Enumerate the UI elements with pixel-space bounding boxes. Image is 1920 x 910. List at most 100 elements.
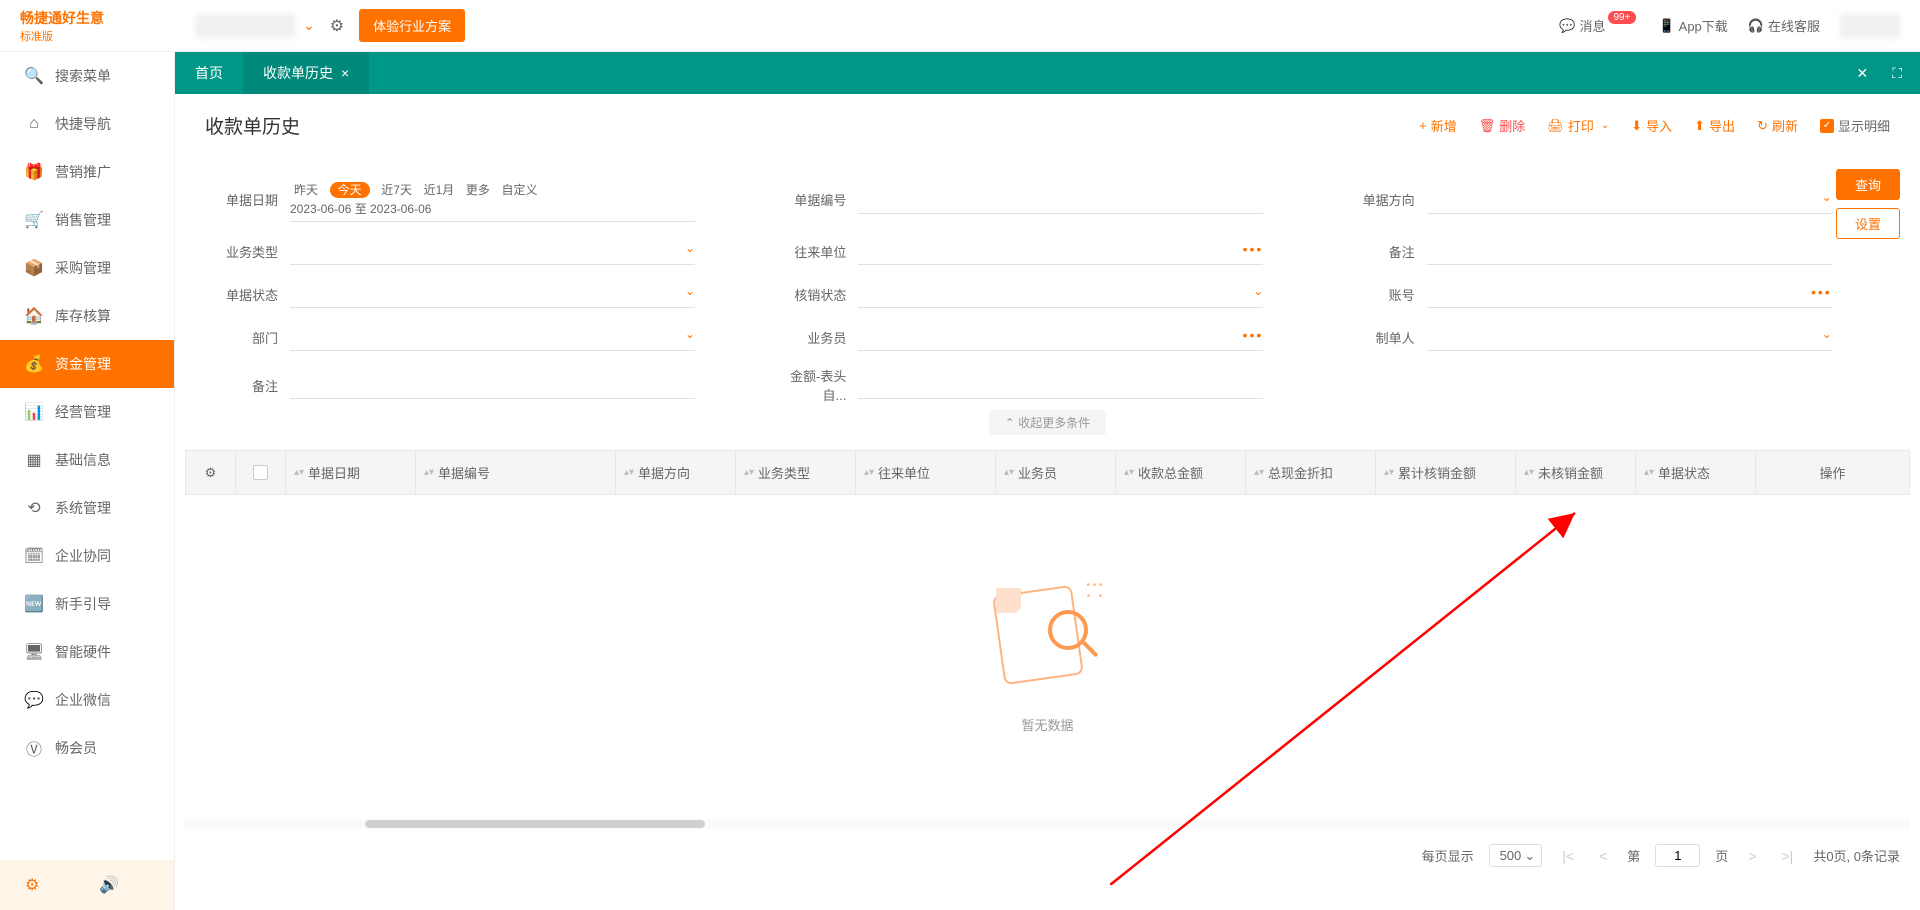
tab-close-all-icon[interactable]: ✕ — [1848, 57, 1876, 90]
col-biz[interactable]: ▴▾业务类型 — [736, 451, 856, 494]
refresh-icon: ↻ — [1757, 118, 1768, 134]
tab-home[interactable]: 首页 — [175, 52, 243, 94]
sidebar-item-collab[interactable]: 🗓企业协同 — [0, 532, 174, 580]
sidebar-item-wechat[interactable]: 💬企业微信 — [0, 676, 174, 724]
home-icon: ⌂ — [25, 115, 43, 133]
date-opt-1m[interactable]: 近1月 — [424, 183, 455, 197]
date-opt-custom[interactable]: 自定义 — [502, 183, 538, 197]
filter-docno-input[interactable] — [858, 186, 1263, 214]
date-opt-yesterday[interactable]: 昨天 — [294, 183, 318, 197]
date-opt-7d[interactable]: 近7天 — [381, 183, 412, 197]
export-icon: ⬆ — [1694, 118, 1705, 134]
phone-icon: 📱 — [1658, 18, 1674, 34]
sort-icon: ▴▾ — [1524, 470, 1534, 476]
filter-creator-select[interactable]: ⌄ — [1427, 323, 1832, 351]
col-status[interactable]: ▴▾单据状态 — [1636, 451, 1756, 494]
vip-icon: Ⓥ — [25, 739, 43, 757]
page-size-select[interactable]: 500 ⌄ — [1489, 844, 1543, 867]
chevron-down-icon[interactable]: ⌄ — [303, 17, 315, 34]
col-total-disc[interactable]: ▴▾总现金折扣 — [1246, 451, 1376, 494]
more-icon[interactable]: ••• — [1811, 284, 1832, 300]
col-partner[interactable]: ▴▾往来单位 — [856, 451, 996, 494]
sidebar-item-guide[interactable]: 🆕新手引导 — [0, 580, 174, 628]
filter-label: 部门 — [215, 328, 290, 347]
filter-partner-input[interactable]: ••• — [858, 237, 1263, 265]
sidebar-item-marketing[interactable]: 🎁营销推广 — [0, 148, 174, 196]
filter-operator-input[interactable]: ••• — [858, 323, 1263, 351]
export-button[interactable]: ⬆导出 — [1694, 116, 1735, 135]
tabs-bar: 首页 收款单历史 × ✕ ⛶ — [175, 52, 1920, 94]
sidebar-item-finance[interactable]: 💰资金管理 — [0, 340, 174, 388]
filter-label: 单据编号 — [783, 190, 858, 209]
select-all-checkbox[interactable] — [236, 451, 286, 494]
col-no[interactable]: ▴▾单据编号 — [416, 451, 616, 494]
sidebar-item-operation[interactable]: 📊经营管理 — [0, 388, 174, 436]
refresh-button[interactable]: ↻刷新 — [1757, 116, 1798, 135]
filter-account-input[interactable]: ••• — [1427, 280, 1832, 308]
add-button[interactable]: +新增 — [1419, 116, 1457, 135]
sidebar-item-hardware[interactable]: 🖥智能硬件 — [0, 628, 174, 676]
more-icon[interactable]: ••• — [1243, 241, 1264, 257]
fullscreen-icon[interactable]: ⛶ — [1884, 57, 1910, 90]
page-summary: 共0页, 0条记录 — [1813, 846, 1900, 865]
filter-biztype-select[interactable]: ⌄ — [290, 237, 695, 265]
query-button[interactable]: 查询 — [1836, 169, 1900, 200]
col-settings-button[interactable]: ⚙ — [186, 451, 236, 494]
online-service-button[interactable]: 🎧 在线客服 — [1748, 16, 1820, 35]
col-operator[interactable]: ▴▾业务员 — [996, 451, 1116, 494]
close-icon[interactable]: × — [341, 65, 349, 81]
sidebar-item-system[interactable]: ⟲系统管理 — [0, 484, 174, 532]
col-date[interactable]: ▴▾单据日期 — [286, 451, 416, 494]
collapse-button[interactable]: ⌃ 收起更多条件 — [989, 410, 1106, 435]
delete-button[interactable]: 🗑删除 — [1479, 116, 1526, 135]
chevron-down-icon[interactable]: ⌄ — [1253, 284, 1263, 298]
sidebar-item-purchase[interactable]: 📦采购管理 — [0, 244, 174, 292]
message-button[interactable]: 💬 消息 99+ — [1559, 16, 1638, 35]
chevron-down-icon[interactable]: ⌄ — [685, 241, 695, 255]
page-input[interactable] — [1655, 844, 1700, 867]
show-detail-toggle[interactable]: ✓显示明细 — [1820, 116, 1890, 135]
date-opt-today[interactable]: 今天 — [330, 182, 370, 198]
filter-date-input[interactable]: 昨天 今天 近7天 近1月 更多 自定义 2023-06-06 至 2023-0… — [290, 177, 695, 222]
filter-remark2-input[interactable] — [290, 371, 695, 399]
horizontal-scrollbar[interactable] — [185, 819, 1910, 829]
prev-page-button[interactable]: < — [1594, 848, 1612, 864]
filter-amount-input[interactable] — [858, 371, 1263, 399]
app-download-button[interactable]: 📱 App下载 — [1658, 16, 1727, 35]
last-page-button[interactable]: >| — [1777, 848, 1799, 864]
settings-icon[interactable]: ⚙ — [25, 875, 39, 895]
tab-receipt-history[interactable]: 收款单历史 × — [243, 52, 369, 94]
collab-icon: 🗓 — [25, 547, 43, 565]
chevron-down-icon[interactable]: ⌄ — [685, 327, 695, 341]
col-total-verify[interactable]: ▴▾累计核销金额 — [1376, 451, 1516, 494]
filter-docstatus-select[interactable]: ⌄ — [290, 280, 695, 308]
settings-button[interactable]: 设置 — [1836, 208, 1900, 239]
col-unverify[interactable]: ▴▾未核销金额 — [1516, 451, 1636, 494]
sidebar-item-sales[interactable]: 🛒销售管理 — [0, 196, 174, 244]
date-opt-more[interactable]: 更多 — [466, 183, 490, 197]
filter-verifystatus-select[interactable]: ⌄ — [858, 280, 1263, 308]
first-page-button[interactable]: |< — [1557, 848, 1579, 864]
next-page-button[interactable]: > — [1743, 848, 1761, 864]
chevron-down-icon[interactable]: ⌄ — [685, 284, 695, 298]
sidebar-item-base-info[interactable]: ▦基础信息 — [0, 436, 174, 484]
experience-button[interactable]: 体验行业方案 — [359, 9, 465, 42]
sound-icon[interactable]: 🔊 — [99, 875, 119, 895]
hardware-icon: 🖥 — [25, 643, 43, 661]
sidebar-item-stock[interactable]: 🏠库存核算 — [0, 292, 174, 340]
col-total-recv[interactable]: ▴▾收款总金额 — [1116, 451, 1246, 494]
filter-dept-select[interactable]: ⌄ — [290, 323, 695, 351]
filter-docdir-select[interactable]: ⌄ — [1427, 186, 1832, 214]
filter-remark-input[interactable] — [1427, 237, 1832, 265]
gear-icon[interactable]: ⚙ — [330, 16, 344, 36]
print-button[interactable]: 🖨打印⌄ — [1547, 116, 1609, 135]
sort-icon: ▴▾ — [424, 470, 434, 476]
import-button[interactable]: ⬇导入 — [1631, 116, 1672, 135]
chevron-down-icon[interactable]: ⌄ — [1822, 190, 1832, 204]
sidebar-item-vip[interactable]: Ⓥ畅会员 — [0, 724, 174, 772]
chevron-down-icon[interactable]: ⌄ — [1822, 327, 1832, 341]
sidebar-item-quick-nav[interactable]: ⌂快捷导航 — [0, 100, 174, 148]
sidebar-item-search-menu[interactable]: 🔍搜索菜单 — [0, 52, 174, 100]
more-icon[interactable]: ••• — [1243, 327, 1264, 343]
col-dir[interactable]: ▴▾单据方向 — [616, 451, 736, 494]
